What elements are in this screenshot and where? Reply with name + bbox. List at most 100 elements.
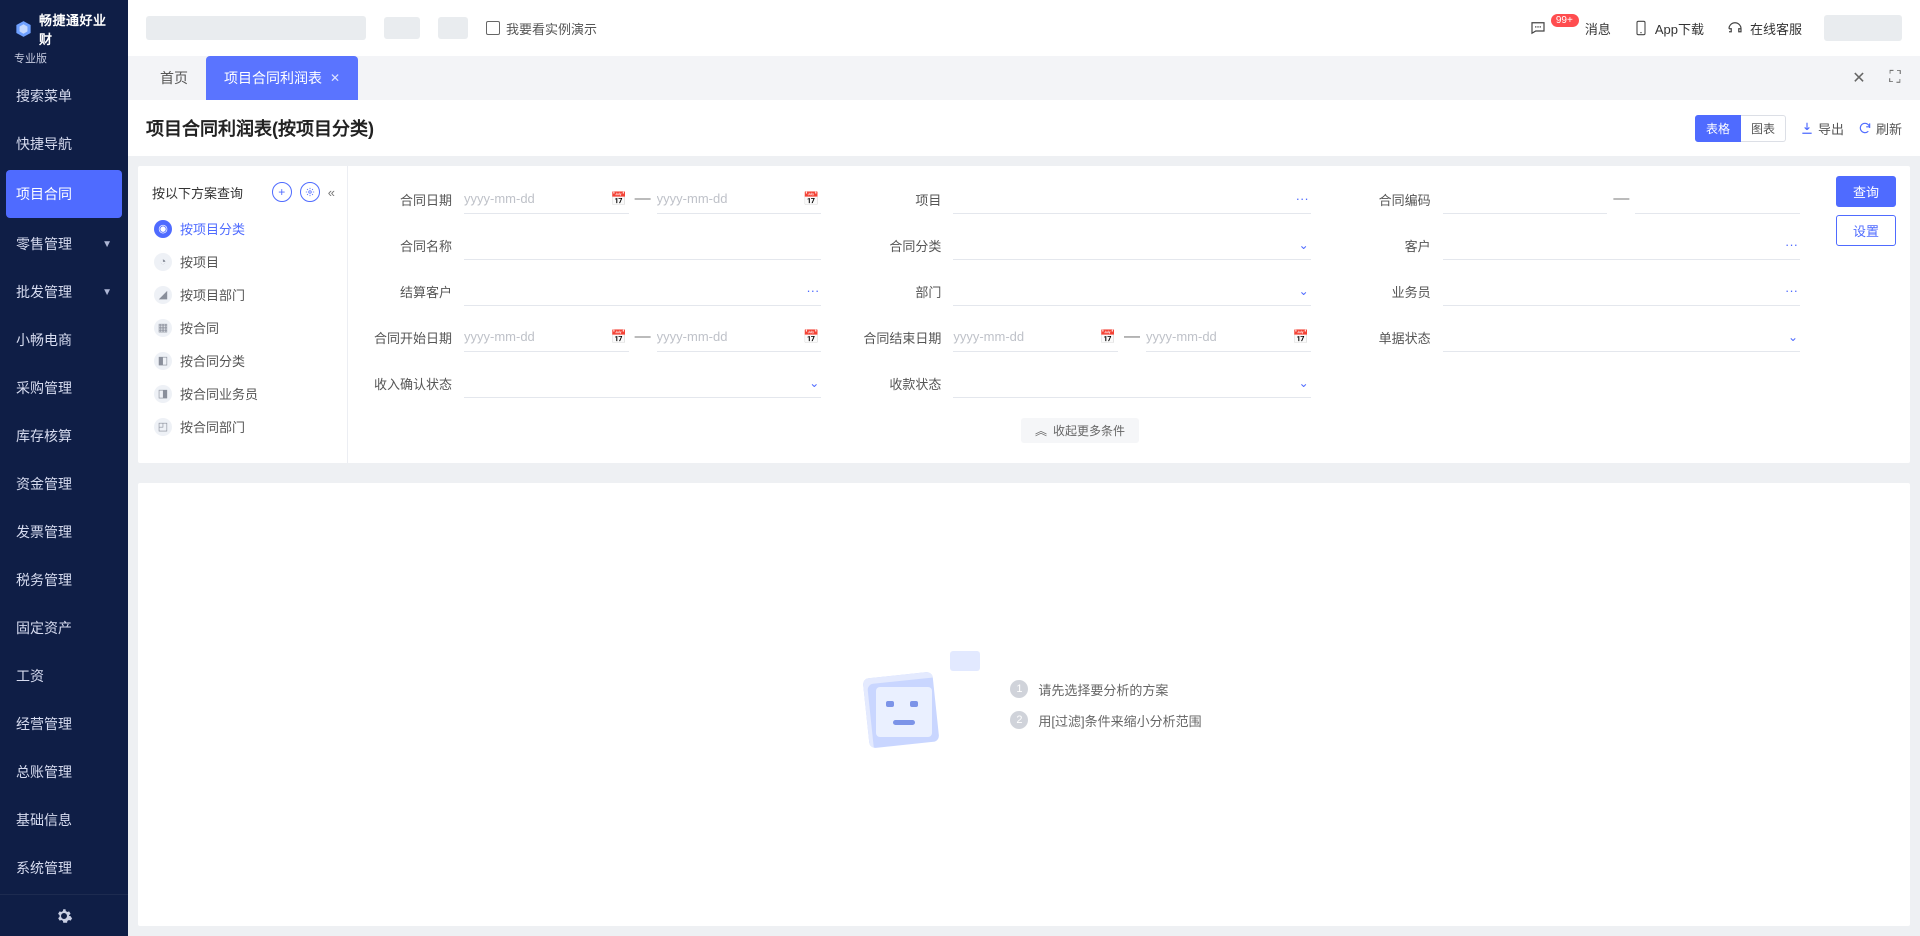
demo-link[interactable]: 我要看实例演示 (486, 19, 597, 38)
input-project[interactable]: ··· (953, 184, 1310, 214)
label-salesperson: 业务员 (1339, 282, 1443, 301)
sidebar-item-label: 资金管理 (16, 474, 72, 494)
calendar-icon[interactable]: 📅 (1098, 329, 1118, 345)
tabs-close-icon[interactable]: ✕ (1848, 67, 1870, 89)
sidebar-item-0[interactable]: 搜索菜单 (0, 72, 128, 120)
sidebar-item-5[interactable]: 小畅电商 (0, 316, 128, 364)
tab-1[interactable]: 项目合同利润表 ✕ (206, 56, 358, 100)
settings-button[interactable]: 设置 (1836, 215, 1896, 246)
query-button[interactable]: 查询 (1836, 176, 1896, 207)
sidebar-item-label: 批发管理 (16, 282, 72, 302)
scheme-item-2[interactable]: ◢按项目部门 (138, 278, 347, 311)
chevron-down-icon[interactable]: ⌄ (1297, 376, 1311, 390)
app-download-link[interactable]: App下载 (1633, 19, 1704, 38)
sidebar-item-7[interactable]: 库存核算 (0, 412, 128, 460)
sidebar-item-1[interactable]: 快捷导航 (0, 120, 128, 168)
label-income-status: 收入确认状态 (360, 374, 464, 393)
input-contract-code-to[interactable] (1635, 184, 1800, 214)
label-contract-code: 合同编码 (1339, 190, 1443, 209)
page-body: 项目合同利润表(按项目分类) 表格 图表 导出 刷新 按以下方案查询 + (128, 100, 1920, 936)
input-start-date-to[interactable]: 📅 (657, 322, 822, 352)
input-contract-category[interactable]: ⌄ (953, 230, 1310, 260)
lookup-icon[interactable]: ··· (1294, 191, 1311, 206)
message-badge: 99+ (1551, 14, 1579, 27)
input-department[interactable]: ⌄ (953, 276, 1310, 306)
input-income-status[interactable]: ⌄ (464, 368, 821, 398)
scheme-item-1[interactable]: ◔按项目 (138, 245, 347, 278)
scheme-item-5[interactable]: ◨按合同业务员 (138, 377, 347, 410)
input-end-date-to[interactable]: 📅 (1146, 322, 1311, 352)
sidebar-item-4[interactable]: 批发管理▼ (0, 268, 128, 316)
input-bill-status[interactable]: ⌄ (1443, 322, 1800, 352)
input-contract-date-from[interactable]: 📅 (464, 184, 629, 214)
tab-0[interactable]: 首页 (142, 56, 206, 100)
label-contract-name: 合同名称 (360, 236, 464, 255)
gear-icon[interactable] (55, 907, 73, 925)
sidebar-item-14[interactable]: 总账管理 (0, 748, 128, 796)
segment-table[interactable]: 表格 (1695, 115, 1741, 142)
page-header: 项目合同利润表(按项目分类) 表格 图表 导出 刷新 (128, 100, 1920, 156)
calendar-icon[interactable]: 📅 (1290, 329, 1310, 345)
scheme-item-6[interactable]: ◰按合同部门 (138, 410, 347, 443)
input-end-date-from[interactable]: 📅 (953, 322, 1118, 352)
sidebar-item-label: 快捷导航 (16, 134, 72, 154)
input-settle-customer[interactable]: ··· (464, 276, 821, 306)
sidebar-item-16[interactable]: 系统管理 (0, 844, 128, 892)
chevron-down-icon[interactable]: ⌄ (1297, 238, 1311, 252)
sidebar-item-10[interactable]: 税务管理 (0, 556, 128, 604)
sidebar-item-8[interactable]: 资金管理 (0, 460, 128, 508)
label-customer: 客户 (1339, 236, 1443, 255)
range-sep: — (1118, 328, 1146, 346)
app-label: App下载 (1655, 19, 1704, 38)
calendar-icon[interactable]: 📅 (801, 329, 821, 345)
label-settle-customer: 结算客户 (360, 282, 464, 301)
input-salesperson[interactable]: ··· (1443, 276, 1800, 306)
close-tab-icon[interactable]: ✕ (330, 71, 340, 85)
messages-link[interactable]: 99+ 消息 (1529, 19, 1611, 38)
collapse-label: 收起更多条件 (1053, 422, 1125, 439)
refresh-icon (1858, 121, 1872, 135)
sidebar-item-11[interactable]: 固定资产 (0, 604, 128, 652)
scheme-item-0[interactable]: ◉按项目分类 (138, 212, 347, 245)
input-receipt-status[interactable]: ⌄ (953, 368, 1310, 398)
online-service-link[interactable]: 在线客服 (1726, 19, 1802, 38)
input-start-date-from[interactable]: 📅 (464, 322, 629, 352)
sidebar-item-15[interactable]: 基础信息 (0, 796, 128, 844)
redacted-a (384, 17, 420, 39)
scheme-icon: ▦ (154, 319, 172, 337)
tab-label: 项目合同利润表 (224, 68, 322, 88)
chevron-down-icon[interactable]: ⌄ (807, 376, 821, 390)
sidebar-item-9[interactable]: 发票管理 (0, 508, 128, 556)
collapse-scheme-icon[interactable]: « (328, 185, 335, 200)
calendar-icon[interactable]: 📅 (608, 191, 628, 207)
fullscreen-icon[interactable]: ⛶ (1884, 67, 1906, 89)
calendar-icon[interactable]: 📅 (608, 329, 628, 345)
sidebar-item-6[interactable]: 采购管理 (0, 364, 128, 412)
sidebar-item-label: 系统管理 (16, 858, 72, 878)
lookup-icon[interactable]: ··· (804, 283, 821, 298)
input-contract-code-from[interactable] (1443, 184, 1608, 214)
label-start-date: 合同开始日期 (360, 328, 464, 347)
calendar-icon[interactable]: 📅 (801, 191, 821, 207)
scheme-item-3[interactable]: ▦按合同 (138, 311, 347, 344)
lookup-icon[interactable]: ··· (1783, 283, 1800, 298)
segment-chart[interactable]: 图表 (1741, 115, 1786, 142)
chevron-down-icon[interactable]: ⌄ (1786, 330, 1800, 344)
input-contract-name[interactable] (464, 230, 821, 260)
sidebar-item-12[interactable]: 工资 (0, 652, 128, 700)
input-customer[interactable]: ··· (1443, 230, 1800, 260)
refresh-button[interactable]: 刷新 (1858, 119, 1902, 138)
lookup-icon[interactable]: ··· (1783, 237, 1800, 252)
sidebar-item-13[interactable]: 经营管理 (0, 700, 128, 748)
step-2-badge: 2 (1010, 711, 1028, 729)
add-scheme-icon[interactable]: + (272, 182, 292, 202)
collapse-filters-button[interactable]: ︽ 收起更多条件 (1021, 418, 1139, 443)
sidebar-item-2[interactable]: 项目合同 (6, 170, 122, 218)
input-contract-date-to[interactable]: 📅 (657, 184, 822, 214)
redacted-user (1824, 15, 1902, 41)
export-button[interactable]: 导出 (1800, 119, 1844, 138)
sidebar-item-3[interactable]: 零售管理▼ (0, 220, 128, 268)
scheme-settings-icon[interactable] (300, 182, 320, 202)
scheme-item-4[interactable]: ◧按合同分类 (138, 344, 347, 377)
chevron-down-icon[interactable]: ⌄ (1297, 284, 1311, 298)
